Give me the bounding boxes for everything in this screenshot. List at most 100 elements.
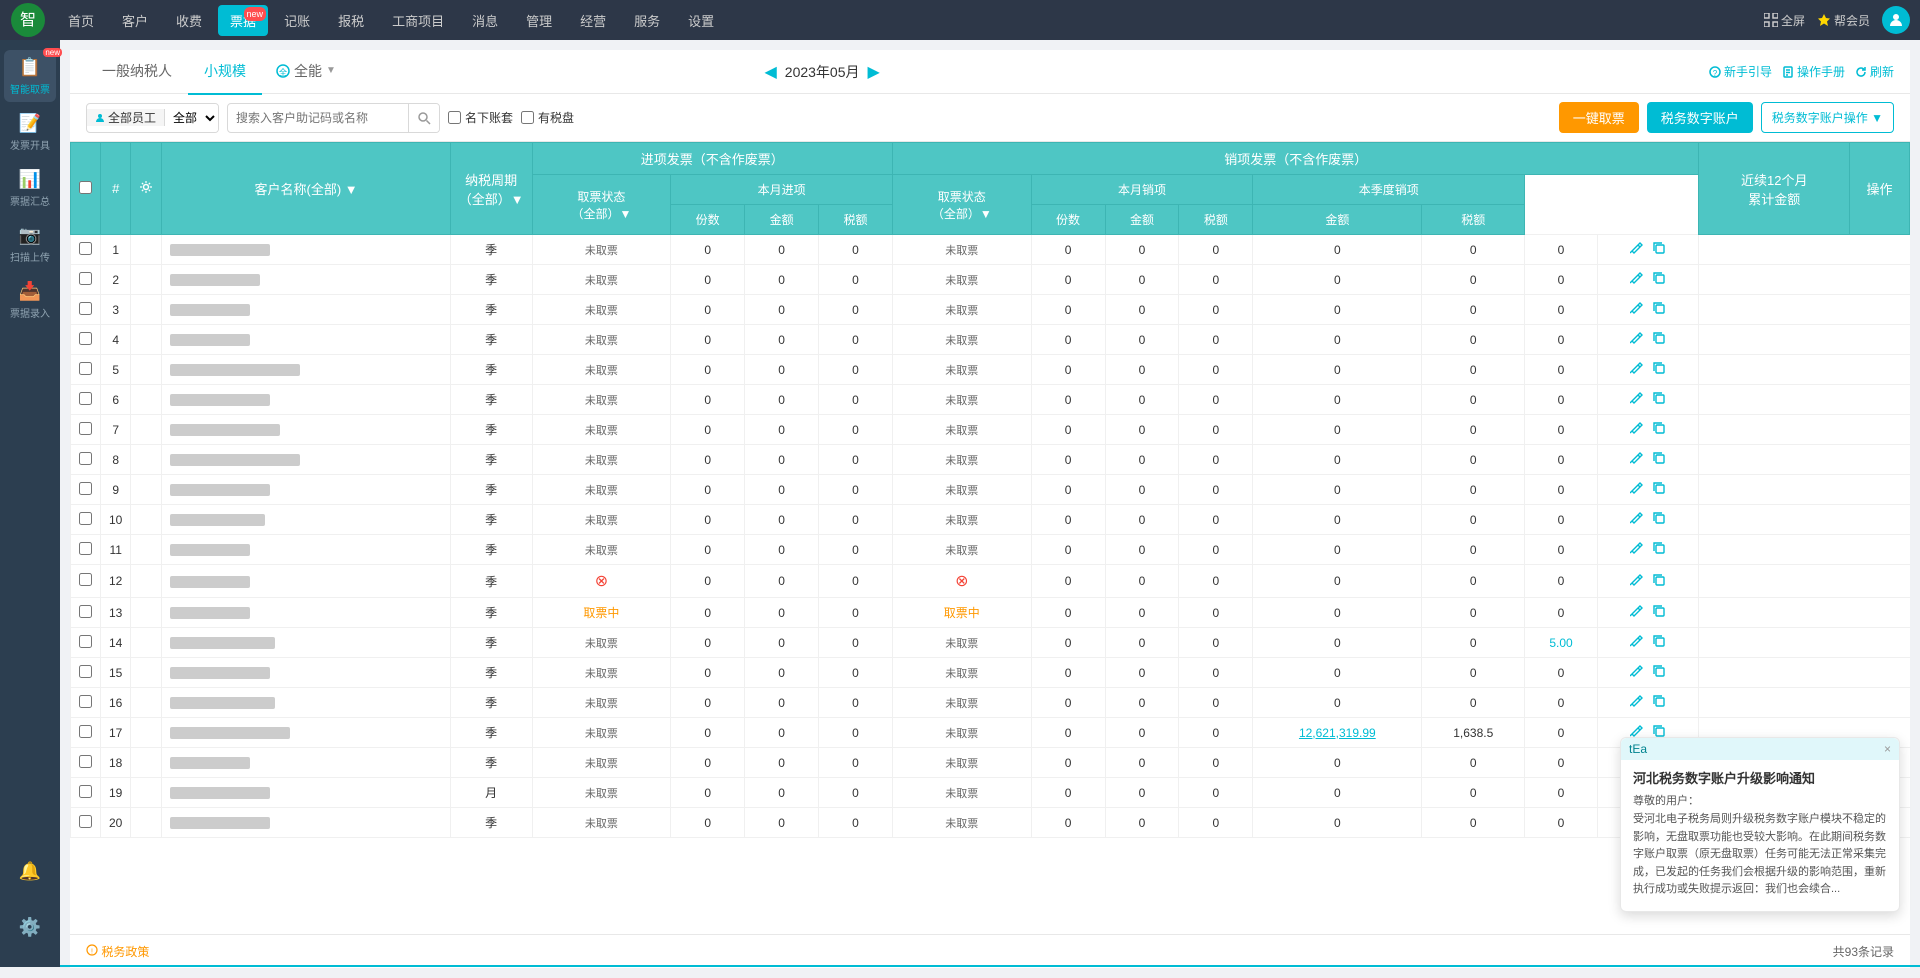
- nav-item-home[interactable]: 首页: [56, 5, 106, 36]
- header-settings-col[interactable]: [131, 143, 162, 235]
- row-client-name[interactable]: ████████████████: [162, 355, 450, 385]
- row-checkbox[interactable]: [79, 512, 92, 525]
- row-client-name[interactable]: ████e: [162, 535, 450, 565]
- nav-item-message[interactable]: 消息: [460, 5, 510, 36]
- sidebar-item-scan-upload[interactable]: 📷 扫描上传: [4, 218, 56, 270]
- sub-account-checkbox[interactable]: [448, 111, 461, 124]
- tax-digital-account-btn[interactable]: 税务数字账户: [1647, 102, 1753, 133]
- nav-item-fee[interactable]: 收费: [164, 5, 214, 36]
- nav-item-accounting[interactable]: 记账: [272, 5, 322, 36]
- edit-btn[interactable]: [1630, 667, 1647, 681]
- row-checkbox[interactable]: [79, 452, 92, 465]
- copy-btn[interactable]: [1652, 334, 1666, 348]
- row-checkbox[interactable]: [79, 725, 92, 738]
- row-checkbox[interactable]: [79, 242, 92, 255]
- fullscreen-btn[interactable]: 全屏: [1764, 12, 1805, 29]
- tab-general-taxpayer[interactable]: 一般纳税人: [86, 49, 188, 95]
- edit-btn[interactable]: [1630, 244, 1647, 258]
- sub-account-checkbox-label[interactable]: 名下账套: [448, 109, 513, 126]
- row-checkbox[interactable]: [79, 665, 92, 678]
- edit-btn[interactable]: [1630, 454, 1647, 468]
- one-click-fetch-btn[interactable]: 一键取票: [1559, 102, 1639, 133]
- row-client-name[interactable]: ████████: [162, 598, 450, 628]
- row-client-name[interactable]: ████████: [162, 565, 450, 598]
- edit-btn[interactable]: [1630, 424, 1647, 438]
- copy-btn[interactable]: [1652, 667, 1666, 681]
- refresh-btn[interactable]: 刷新: [1855, 63, 1894, 80]
- search-btn[interactable]: [408, 104, 439, 132]
- row-client-name[interactable]: ██████: [162, 325, 450, 355]
- row-client-name[interactable]: ████████████: [162, 235, 450, 265]
- row-client-name[interactable]: ████████: [162, 295, 450, 325]
- row-checkbox[interactable]: [79, 695, 92, 708]
- edit-btn[interactable]: [1630, 576, 1647, 590]
- row-client-name[interactable]: ████: [162, 748, 450, 778]
- copy-btn[interactable]: [1652, 274, 1666, 288]
- row-client-name[interactable]: ████████████: [162, 778, 450, 808]
- row-checkbox[interactable]: [79, 272, 92, 285]
- edit-btn[interactable]: [1630, 394, 1647, 408]
- tax-policy-link[interactable]: ! 税务政策: [86, 943, 149, 960]
- nav-item-tax[interactable]: 报税: [326, 5, 376, 36]
- edit-btn[interactable]: [1630, 364, 1647, 378]
- nav-item-settings[interactable]: 设置: [676, 5, 726, 36]
- has-tax-disk-checkbox-label[interactable]: 有税盘: [521, 109, 574, 126]
- copy-btn[interactable]: [1652, 484, 1666, 498]
- row-client-name[interactable]: ████████████: [162, 628, 450, 658]
- edit-btn[interactable]: [1630, 607, 1647, 621]
- tab-small-scale[interactable]: 小规模: [188, 49, 262, 95]
- vip-member-btn[interactable]: 帮会员: [1817, 12, 1870, 29]
- next-month-btn[interactable]: ▶: [868, 62, 880, 82]
- header-client-name[interactable]: 客户名称(全部) ▼: [162, 143, 450, 235]
- row-client-name[interactable]: ████████████: [162, 265, 450, 295]
- row-checkbox[interactable]: [79, 573, 92, 586]
- edit-btn[interactable]: [1630, 484, 1647, 498]
- copy-btn[interactable]: [1652, 244, 1666, 258]
- tax-digital-ops-btn[interactable]: 税务数字账户操作 ▼: [1761, 102, 1894, 133]
- edit-btn[interactable]: [1630, 697, 1647, 711]
- edit-btn[interactable]: [1630, 304, 1647, 318]
- edit-btn[interactable]: [1630, 637, 1647, 651]
- row-client-name[interactable]: ████████████████...: [162, 445, 450, 475]
- header-in-status[interactable]: 取票状态（全部）▼: [532, 175, 671, 235]
- edit-btn[interactable]: [1630, 334, 1647, 348]
- row-checkbox[interactable]: [79, 542, 92, 555]
- edit-btn[interactable]: [1630, 514, 1647, 528]
- copy-btn[interactable]: [1652, 364, 1666, 378]
- row-checkbox[interactable]: [79, 755, 92, 768]
- row-client-name[interactable]: ████████████: [162, 688, 450, 718]
- copy-btn[interactable]: [1652, 514, 1666, 528]
- copy-btn[interactable]: [1652, 697, 1666, 711]
- row-checkbox[interactable]: [79, 362, 92, 375]
- sidebar-item-config[interactable]: ⚙️: [4, 901, 56, 953]
- row-checkbox[interactable]: [79, 332, 92, 345]
- sidebar-item-notification[interactable]: 🔔: [4, 845, 56, 897]
- edit-btn[interactable]: [1630, 274, 1647, 288]
- copy-btn[interactable]: [1652, 544, 1666, 558]
- nav-item-client[interactable]: 客户: [110, 5, 160, 36]
- row-checkbox[interactable]: [79, 422, 92, 435]
- row-client-name[interactable]: ████████████: [162, 385, 450, 415]
- row-checkbox[interactable]: [79, 785, 92, 798]
- sidebar-item-smart-ticket[interactable]: 📋 智能取票: [4, 50, 56, 102]
- manual-btn[interactable]: 操作手册: [1782, 63, 1845, 80]
- header-out-status[interactable]: 取票状态（全部）▼: [892, 175, 1031, 235]
- row-checkbox[interactable]: [79, 605, 92, 618]
- select-all-checkbox[interactable]: [79, 181, 92, 194]
- sidebar-item-invoice-open[interactable]: 📝 发票开具: [4, 106, 56, 158]
- nav-item-service[interactable]: 服务: [622, 5, 672, 36]
- copy-btn[interactable]: [1652, 304, 1666, 318]
- user-avatar[interactable]: [1882, 6, 1910, 34]
- edit-btn[interactable]: [1630, 544, 1647, 558]
- copy-btn[interactable]: [1652, 454, 1666, 468]
- sidebar-item-ticket-entry[interactable]: 📥 票据录入: [4, 274, 56, 326]
- row-client-name[interactable]: ████████████: [162, 475, 450, 505]
- employee-select[interactable]: 全部: [165, 104, 218, 132]
- row-client-name[interactable]: ████████████████: [162, 415, 450, 445]
- nav-item-business[interactable]: 工商项目: [380, 5, 456, 36]
- row-checkbox[interactable]: [79, 392, 92, 405]
- copy-btn[interactable]: [1652, 576, 1666, 590]
- row-client-name[interactable]: ████████████: [162, 808, 450, 838]
- copy-btn[interactable]: [1652, 607, 1666, 621]
- row-client-name[interactable]: ████████████: [162, 505, 450, 535]
